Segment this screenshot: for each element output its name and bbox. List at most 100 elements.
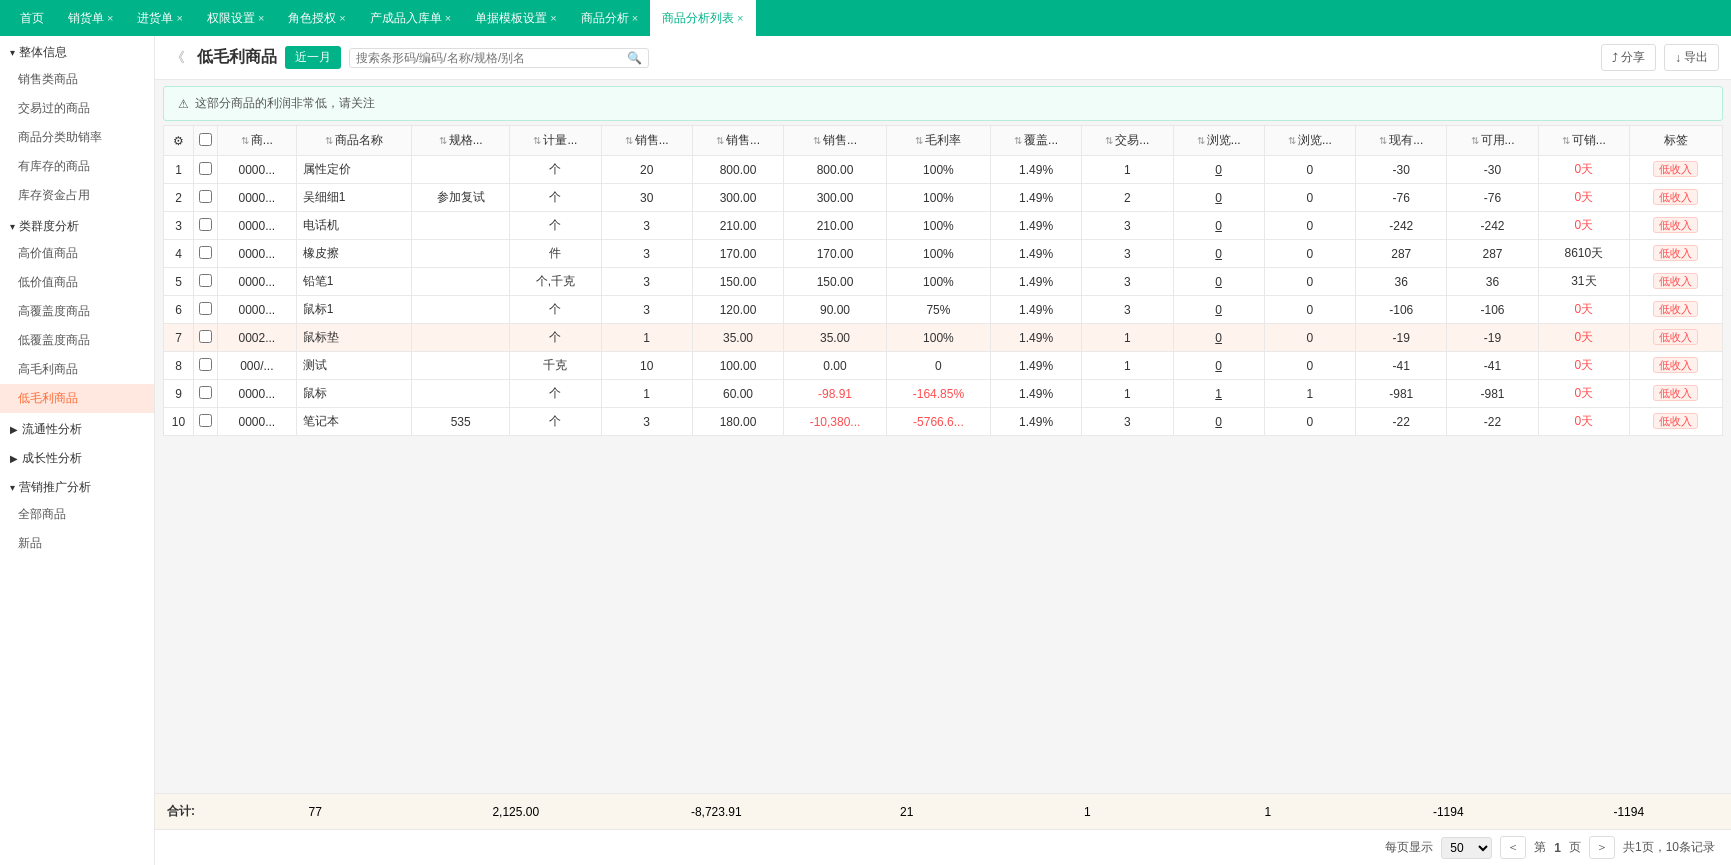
row-name[interactable]: 吴细细1 bbox=[296, 184, 411, 212]
col-settings[interactable]: ⚙ bbox=[164, 126, 194, 156]
nav-item-templates[interactable]: 单据模板设置 × bbox=[463, 0, 568, 36]
row-checkbox[interactable] bbox=[194, 352, 218, 380]
nav-item-home[interactable]: 首页 bbox=[8, 0, 56, 36]
row-browse1[interactable]: 0 bbox=[1173, 268, 1264, 296]
sidebar-item-traded-goods[interactable]: 交易过的商品 bbox=[0, 94, 154, 123]
gear-icon[interactable]: ⚙ bbox=[173, 134, 184, 148]
sidebar-item-sales-goods[interactable]: 销售类商品 bbox=[0, 65, 154, 94]
row-select-checkbox[interactable] bbox=[199, 386, 212, 399]
row-name[interactable]: 铅笔1 bbox=[296, 268, 411, 296]
col-saleable[interactable]: 可销... bbox=[1538, 126, 1629, 156]
row-checkbox[interactable] bbox=[194, 240, 218, 268]
row-checkbox[interactable] bbox=[194, 268, 218, 296]
col-name[interactable]: 商品名称 bbox=[296, 126, 411, 156]
row-checkbox[interactable] bbox=[194, 212, 218, 240]
row-select-checkbox[interactable] bbox=[199, 246, 212, 259]
row-browse1[interactable]: 0 bbox=[1173, 212, 1264, 240]
col-trade[interactable]: 交易... bbox=[1082, 126, 1173, 156]
row-select-checkbox[interactable] bbox=[199, 414, 212, 427]
row-name[interactable]: 鼠标垫 bbox=[296, 324, 411, 352]
nav-item-analysis[interactable]: 商品分析 × bbox=[569, 0, 650, 36]
search-box[interactable]: 🔍 bbox=[349, 48, 649, 68]
nav-close-analysis[interactable]: × bbox=[632, 12, 638, 24]
next-page-button[interactable]: ＞ bbox=[1589, 836, 1615, 859]
nav-close-analysis-list[interactable]: × bbox=[737, 12, 743, 24]
col-unit[interactable]: 计量... bbox=[510, 126, 601, 156]
row-select-checkbox[interactable] bbox=[199, 190, 212, 203]
row-checkbox[interactable] bbox=[194, 184, 218, 212]
prev-page-button[interactable]: ＜ bbox=[1500, 836, 1526, 859]
row-name[interactable]: 橡皮擦 bbox=[296, 240, 411, 268]
export-button[interactable]: ↓ 导出 bbox=[1664, 44, 1719, 71]
nav-close-purchase[interactable]: × bbox=[176, 12, 182, 24]
col-spec[interactable]: 规格... bbox=[412, 126, 510, 156]
col-browse2[interactable]: 浏览... bbox=[1264, 126, 1355, 156]
row-browse1[interactable]: 0 bbox=[1173, 408, 1264, 436]
row-name[interactable]: 鼠标 bbox=[296, 380, 411, 408]
select-all-checkbox[interactable] bbox=[199, 133, 212, 146]
sidebar-item-stock-capital[interactable]: 库存资金占用 bbox=[0, 181, 154, 210]
row-select-checkbox[interactable] bbox=[199, 218, 212, 231]
row-name[interactable]: 鼠标1 bbox=[296, 296, 411, 324]
col-available-stock[interactable]: 可用... bbox=[1447, 126, 1538, 156]
col-coverage[interactable]: 覆盖... bbox=[990, 126, 1081, 156]
row-browse1[interactable]: 1 bbox=[1173, 380, 1264, 408]
sidebar-item-new-goods[interactable]: 新品 bbox=[0, 529, 154, 558]
sidebar-item-category-rate[interactable]: 商品分类助销率 bbox=[0, 123, 154, 152]
sidebar-item-low-coverage[interactable]: 低覆盖度商品 bbox=[0, 326, 154, 355]
nav-close-sales[interactable]: × bbox=[107, 12, 113, 24]
search-input[interactable] bbox=[356, 51, 627, 65]
row-browse1[interactable]: 0 bbox=[1173, 324, 1264, 352]
sidebar-group-overview[interactable]: ▾ 整体信息 bbox=[0, 36, 154, 65]
search-icon[interactable]: 🔍 bbox=[627, 51, 642, 65]
sidebar-group-growth[interactable]: ▶ 成长性分析 bbox=[0, 442, 154, 471]
nav-close-products[interactable]: × bbox=[445, 12, 451, 24]
sidebar-item-all-goods[interactable]: 全部商品 bbox=[0, 500, 154, 529]
col-current-stock[interactable]: 现有... bbox=[1356, 126, 1447, 156]
nav-close-templates[interactable]: × bbox=[550, 12, 556, 24]
per-page-select[interactable]: 50 100 bbox=[1441, 837, 1492, 859]
row-checkbox[interactable] bbox=[194, 408, 218, 436]
collapse-sidebar-button[interactable]: 《 bbox=[167, 49, 189, 67]
row-name[interactable]: 测试 bbox=[296, 352, 411, 380]
sidebar-item-stock-goods[interactable]: 有库存的商品 bbox=[0, 152, 154, 181]
row-select-checkbox[interactable] bbox=[199, 162, 212, 175]
sidebar-item-high-value[interactable]: 高价值商品 bbox=[0, 239, 154, 268]
nav-close-permissions[interactable]: × bbox=[258, 12, 264, 24]
row-browse1[interactable]: 0 bbox=[1173, 296, 1264, 324]
nav-item-analysis-list[interactable]: 商品分析列表 × bbox=[650, 0, 755, 36]
col-sales-qty[interactable]: 销售... bbox=[601, 126, 692, 156]
sidebar-group-cluster[interactable]: ▾ 类群度分析 bbox=[0, 210, 154, 239]
row-checkbox[interactable] bbox=[194, 156, 218, 184]
row-browse1[interactable]: 0 bbox=[1173, 240, 1264, 268]
col-code[interactable]: 商... bbox=[218, 126, 297, 156]
sidebar-item-low-margin[interactable]: 低毛利商品 bbox=[0, 384, 154, 413]
sidebar-item-high-coverage[interactable]: 高覆盖度商品 bbox=[0, 297, 154, 326]
col-sales-profit[interactable]: 销售... bbox=[784, 126, 887, 156]
sidebar-group-flow[interactable]: ▶ 流通性分析 bbox=[0, 413, 154, 442]
time-filter-button[interactable]: 近一月 bbox=[285, 46, 341, 69]
row-name[interactable]: 笔记本 bbox=[296, 408, 411, 436]
row-checkbox[interactable] bbox=[194, 324, 218, 352]
row-browse1[interactable]: 0 bbox=[1173, 352, 1264, 380]
row-browse1[interactable]: 0 bbox=[1173, 184, 1264, 212]
nav-item-sales[interactable]: 销货单 × bbox=[56, 0, 125, 36]
sidebar-item-high-margin[interactable]: 高毛利商品 bbox=[0, 355, 154, 384]
sidebar-item-low-value[interactable]: 低价值商品 bbox=[0, 268, 154, 297]
row-name[interactable]: 属性定价 bbox=[296, 156, 411, 184]
col-gross-margin[interactable]: 毛利率 bbox=[886, 126, 990, 156]
col-browse1[interactable]: 浏览... bbox=[1173, 126, 1264, 156]
nav-item-products[interactable]: 产成品入库单 × bbox=[358, 0, 463, 36]
row-select-checkbox[interactable] bbox=[199, 330, 212, 343]
row-select-checkbox[interactable] bbox=[199, 274, 212, 287]
nav-close-roles[interactable]: × bbox=[339, 12, 345, 24]
row-select-checkbox[interactable] bbox=[199, 302, 212, 315]
sidebar-group-marketing[interactable]: ▾ 营销推广分析 bbox=[0, 471, 154, 500]
row-name[interactable]: 电话机 bbox=[296, 212, 411, 240]
nav-item-purchase[interactable]: 进货单 × bbox=[125, 0, 194, 36]
row-browse1[interactable]: 0 bbox=[1173, 156, 1264, 184]
row-checkbox[interactable] bbox=[194, 380, 218, 408]
row-checkbox[interactable] bbox=[194, 296, 218, 324]
col-sales-price[interactable]: 销售... bbox=[692, 126, 783, 156]
share-button[interactable]: ⤴ 分享 bbox=[1601, 44, 1656, 71]
